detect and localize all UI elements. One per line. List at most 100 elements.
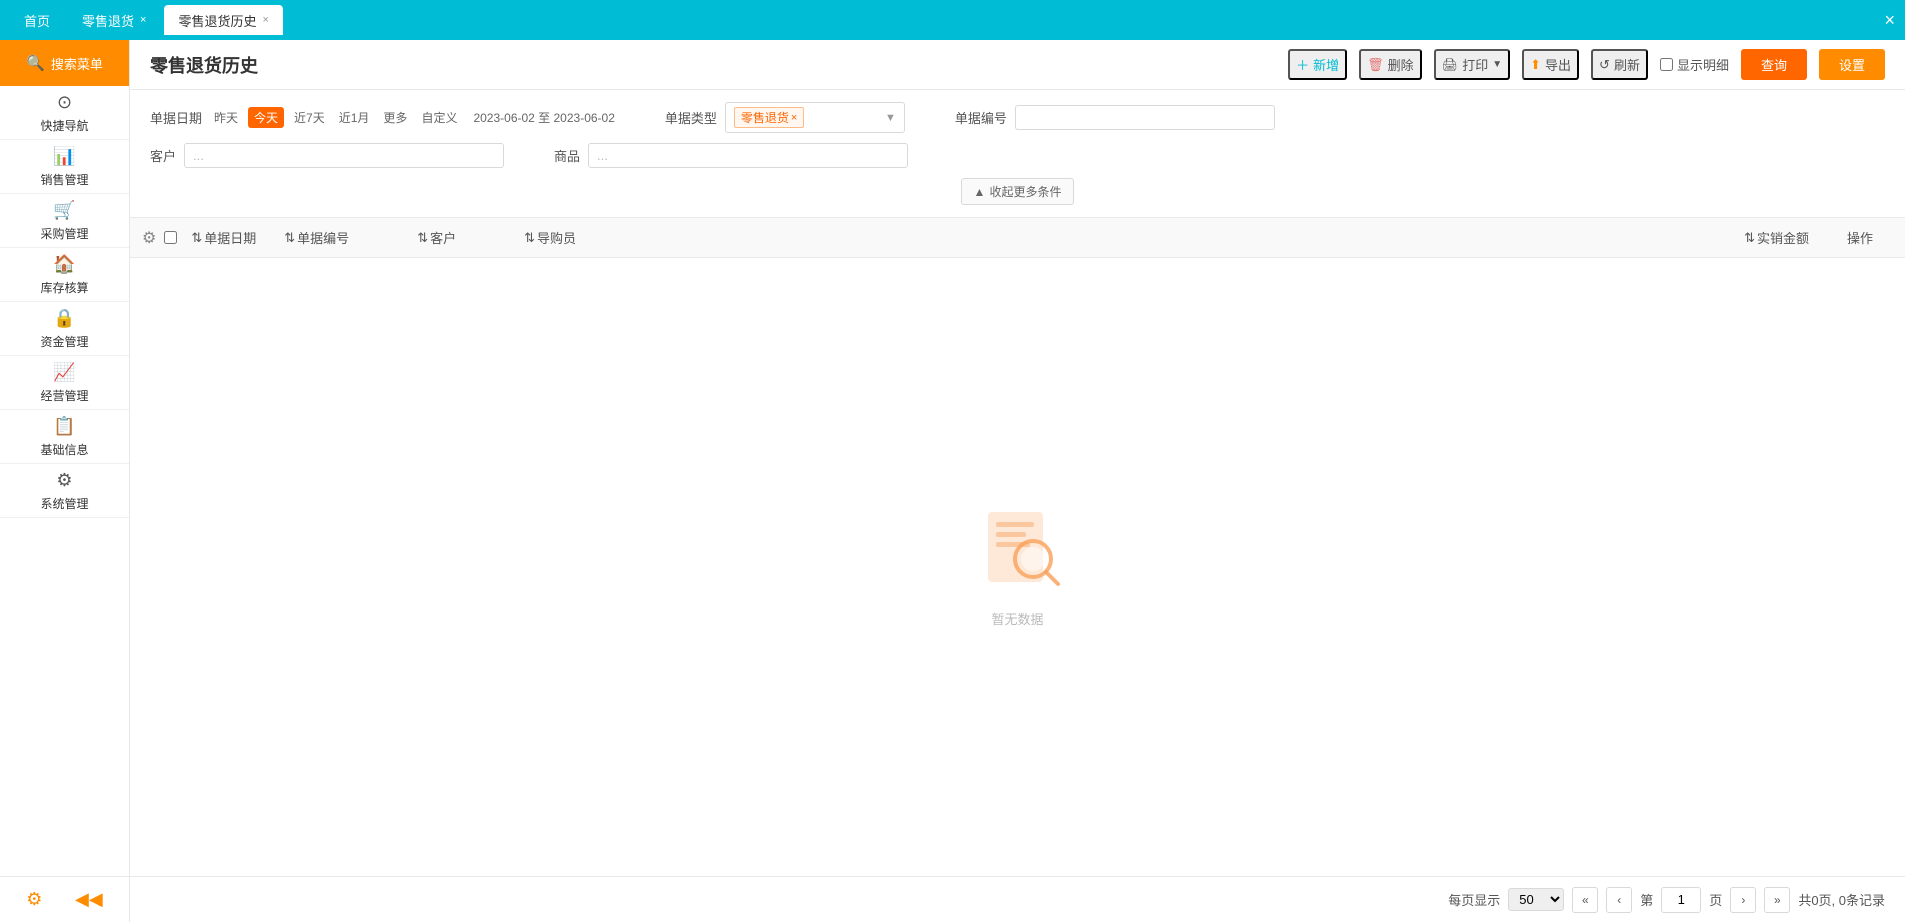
delete-button[interactable]: 🗑 删除 xyxy=(1359,49,1422,80)
col-date-sort-icon[interactable]: ⇅ xyxy=(191,230,202,246)
page-prefix-label: 第 xyxy=(1640,890,1653,909)
sidebar-item-quick-nav[interactable]: ⊙ 快捷导航 xyxy=(0,86,129,140)
new-button[interactable]: ＋ 新增 xyxy=(1288,49,1347,80)
filter-row-2: 客户 商品 xyxy=(150,143,1885,168)
table-toolbar: ⚙ ⇅ 单据日期 ⇅ 单据编号 ⇅ 客户 ⇅ 导购员 xyxy=(130,218,1905,258)
sidebar-item-sales[interactable]: 📊 销售管理 xyxy=(0,140,129,194)
refresh-icon: ↺ xyxy=(1599,57,1610,73)
tab-retail-return-history[interactable]: 零售退货历史 × xyxy=(164,5,282,35)
top-bar: 首页 零售退货 × 零售退货历史 × × xyxy=(0,0,1905,40)
system-icon: ⚙ xyxy=(56,470,72,491)
content-area: 零售退货历史 ＋ 新增 🗑 删除 🖨 打印 ▼ ⬆ 导出 xyxy=(130,40,1905,922)
refresh-button[interactable]: ↺ 刷新 xyxy=(1591,49,1648,80)
first-page-button[interactable]: « xyxy=(1572,887,1598,913)
col-number-sort-icon[interactable]: ⇅ xyxy=(284,230,295,246)
filter-area: 单据日期 昨天 今天 近7天 近1月 更多 自定义 2023-06-02 至 2… xyxy=(130,90,1905,218)
sidebar-item-basic[interactable]: 📋 基础信息 xyxy=(0,410,129,464)
prev-page-button[interactable]: ‹ xyxy=(1606,887,1632,913)
setting-button[interactable]: 设置 xyxy=(1819,49,1885,80)
filter-item-type: 单据类型 零售退货 × ▼ xyxy=(665,102,905,133)
select-all-checkbox[interactable] xyxy=(164,231,177,244)
table-col-amount: ⇅ 实销金额 xyxy=(1744,228,1809,247)
number-filter-input[interactable] xyxy=(1015,105,1275,130)
sidebar-item-purchase[interactable]: 🛒 采购管理 xyxy=(0,194,129,248)
tab-retail-return[interactable]: 零售退货 × xyxy=(68,5,160,35)
settings-gear-icon[interactable]: ⚙ xyxy=(26,889,42,910)
empty-illustration xyxy=(968,507,1068,597)
filter-item-customer: 客户 xyxy=(150,143,504,168)
window-close-button[interactable]: × xyxy=(1884,10,1895,31)
basic-icon: 📋 xyxy=(53,416,75,437)
page-title: 零售退货历史 xyxy=(150,52,1288,78)
sales-icon: 📊 xyxy=(53,146,75,167)
per-page-label: 每页显示 xyxy=(1448,890,1500,909)
tab-retail-return-close[interactable]: × xyxy=(140,14,146,26)
per-page-select[interactable]: 20 50 100 xyxy=(1508,888,1564,911)
filter-item-goods: 商品 xyxy=(554,143,908,168)
tab-home[interactable]: 首页 xyxy=(10,5,64,35)
date-opt-more[interactable]: 更多 xyxy=(379,107,411,128)
export-button[interactable]: ⬆ 导出 xyxy=(1522,49,1579,80)
date-opt-today[interactable]: 今天 xyxy=(248,107,284,128)
print-label: 打印 xyxy=(1462,55,1488,74)
print-dropdown-icon: ▼ xyxy=(1492,59,1502,70)
query-button[interactable]: 查询 xyxy=(1741,49,1807,80)
tab-retail-return-label: 零售退货 xyxy=(82,11,134,30)
sidebar-search-button[interactable]: 🔍 搜索菜单 xyxy=(0,40,129,86)
date-opt-7days[interactable]: 近7天 xyxy=(290,107,329,128)
sidebar-item-system-label: 系统管理 xyxy=(40,495,88,512)
tab-retail-return-history-close[interactable]: × xyxy=(262,14,268,26)
type-select[interactable]: 零售退货 × ▼ xyxy=(725,102,905,133)
collapse-label: 收起更多条件 xyxy=(989,183,1061,200)
col-guide-sort-icon[interactable]: ⇅ xyxy=(524,230,535,246)
type-tag-label: 零售退货 xyxy=(741,109,789,126)
display-detail-checkbox[interactable] xyxy=(1660,58,1673,71)
table-col-op: 操作 xyxy=(1847,228,1873,247)
date-opt-yesterday[interactable]: 昨天 xyxy=(210,107,242,128)
date-opt-1month[interactable]: 近1月 xyxy=(335,107,374,128)
pagination: 每页显示 20 50 100 « ‹ 第 页 › » 共0页, 0条记录 xyxy=(130,876,1905,922)
sidebar-bottom: ⚙ ◀◀ xyxy=(0,876,129,922)
page-number-input[interactable] xyxy=(1661,887,1701,913)
customer-filter-input[interactable] xyxy=(184,143,504,168)
col-amount-sort-icon[interactable]: ⇅ xyxy=(1744,230,1755,246)
date-range-display: 2023-06-02 至 2023-06-02 xyxy=(473,109,614,126)
finance-icon: 🔒 xyxy=(53,308,75,329)
type-tag-remove[interactable]: × xyxy=(791,112,797,124)
delete-label: 删除 xyxy=(1388,55,1414,74)
toolbar: ＋ 新增 🗑 删除 🖨 打印 ▼ ⬆ 导出 ↺ 刷新 xyxy=(1288,49,1885,80)
operation-icon: 📈 xyxy=(53,362,75,383)
empty-text: 暂无数据 xyxy=(991,609,1043,628)
date-opt-custom[interactable]: 自定义 xyxy=(417,107,461,128)
print-button[interactable]: 🖨 打印 ▼ xyxy=(1434,49,1510,80)
sidebar-item-inventory[interactable]: 🏠 库存核算 xyxy=(0,248,129,302)
last-page-button[interactable]: » xyxy=(1764,887,1790,913)
total-info: 共0页, 0条记录 xyxy=(1798,890,1885,909)
new-icon: ＋ xyxy=(1296,55,1309,74)
table-col-date: ⇅ 单据日期 xyxy=(191,228,256,247)
goods-filter-input[interactable] xyxy=(588,143,908,168)
inventory-icon: 🏠 xyxy=(53,254,75,275)
sidebar: 🔍 搜索菜单 ⊙ 快捷导航 📊 销售管理 🛒 采购管理 🏠 库存核算 🔒 xyxy=(0,40,130,922)
table-col-customer: ⇅ 客户 xyxy=(417,228,456,247)
export-label: 导出 xyxy=(1545,55,1571,74)
sidebar-item-finance[interactable]: 🔒 资金管理 xyxy=(0,302,129,356)
collapse-filter-button[interactable]: ▲ 收起更多条件 xyxy=(961,178,1075,205)
purchase-icon: 🛒 xyxy=(53,200,75,221)
new-label: 新增 xyxy=(1313,55,1339,74)
next-page-button[interactable]: › xyxy=(1730,887,1756,913)
display-detail-label: 显示明细 xyxy=(1677,55,1729,74)
sidebar-item-purchase-label: 采购管理 xyxy=(40,225,88,242)
sidebar-item-operation-label: 经营管理 xyxy=(40,387,88,404)
table-settings-icon[interactable]: ⚙ xyxy=(142,228,156,248)
audio-icon[interactable]: ◀◀ xyxy=(75,889,103,910)
empty-state: 暂无数据 xyxy=(130,258,1905,876)
col-customer-sort-icon[interactable]: ⇅ xyxy=(417,230,428,246)
sidebar-item-operation[interactable]: 📈 经营管理 xyxy=(0,356,129,410)
sidebar-search-label: 搜索菜单 xyxy=(51,54,103,73)
refresh-label: 刷新 xyxy=(1614,55,1640,74)
tab-retail-return-history-label: 零售退货历史 xyxy=(178,11,256,30)
sidebar-item-system[interactable]: ⚙ 系统管理 xyxy=(0,464,129,518)
table-area: ⚙ ⇅ 单据日期 ⇅ 单据编号 ⇅ 客户 ⇅ 导购员 xyxy=(130,218,1905,876)
sidebar-menu: ⊙ 快捷导航 📊 销售管理 🛒 采购管理 🏠 库存核算 🔒 资金管理 📈 xyxy=(0,86,129,876)
